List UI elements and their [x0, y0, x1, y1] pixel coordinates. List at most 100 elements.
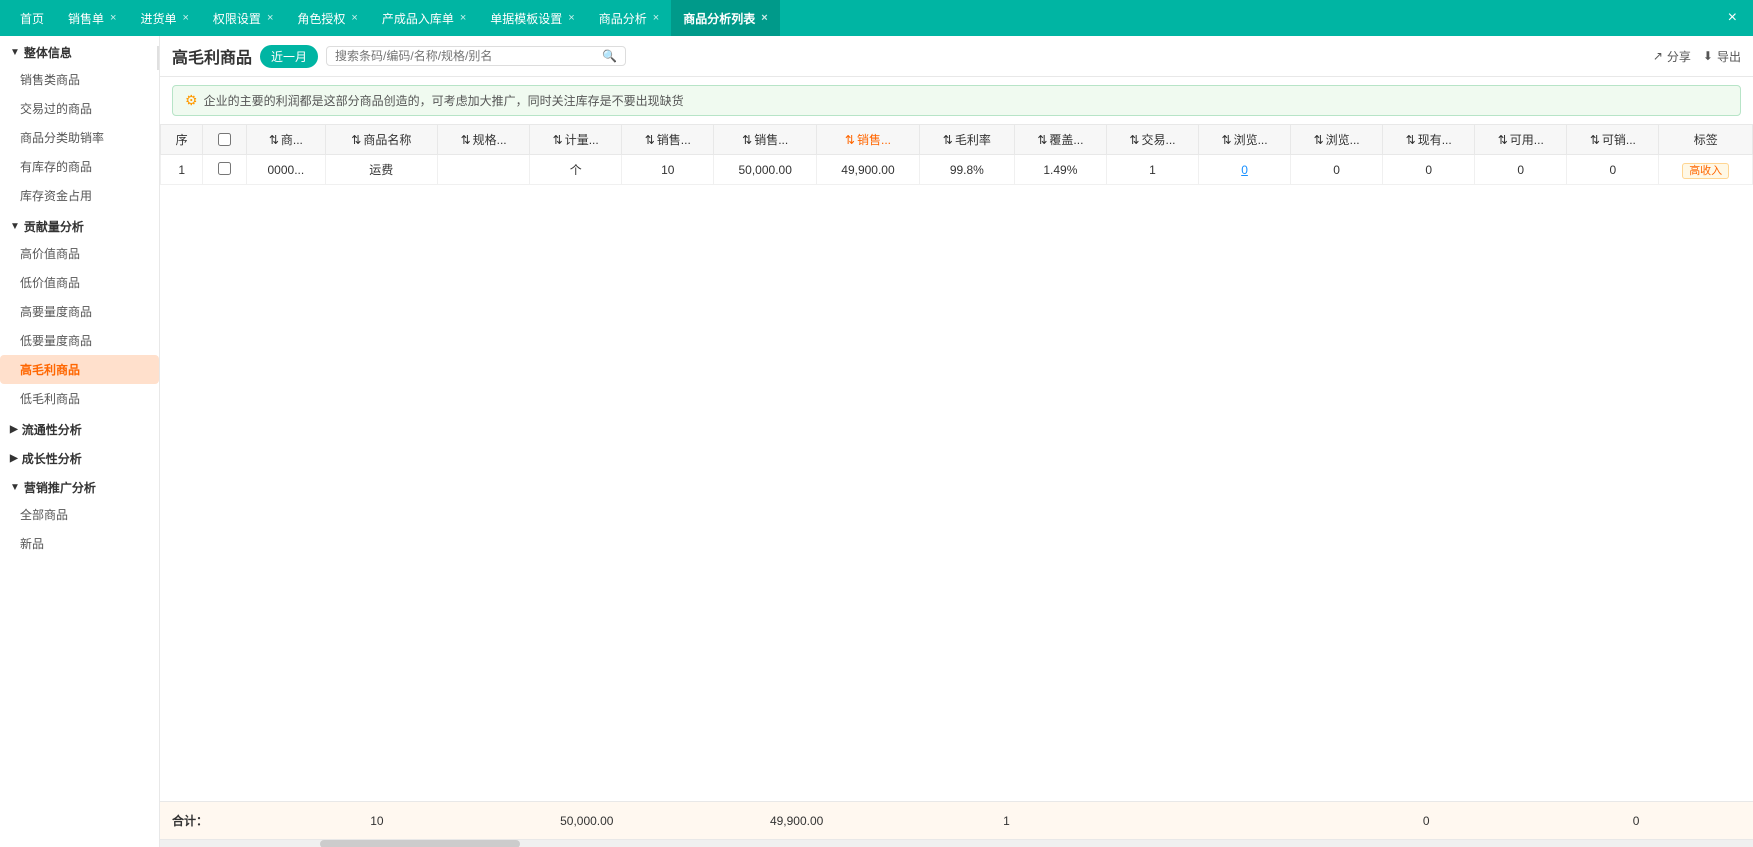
tip-bar: ⚙ 企业的主要的利润都是这部分商品创造的，可考虑加大推广，同时关注库存是不要出现… — [172, 85, 1741, 116]
col-tag: 标签 — [1659, 125, 1753, 155]
sidebar-item-high-value[interactable]: 高价值商品 — [0, 239, 159, 268]
sidebar-item-all-goods[interactable]: 全部商品 — [0, 500, 159, 529]
sort-icon: ⇅ — [1129, 133, 1139, 147]
col-checkbox[interactable] — [203, 125, 247, 155]
sidebar-item-stock-capital[interactable]: 库存资金占用 — [0, 181, 159, 210]
cell-browse2: 0 — [1291, 155, 1383, 185]
horizontal-scrollbar[interactable] — [160, 839, 1753, 847]
tab-template[interactable]: 单据模板设置 × — [478, 0, 586, 36]
sidebar-item-new-goods[interactable]: 新品 — [0, 529, 159, 558]
sidebar-item-low-value[interactable]: 低价值商品 — [0, 268, 159, 297]
export-button[interactable]: ⬇ 导出 — [1703, 48, 1741, 65]
footer-cell-sales1: 10 — [272, 814, 482, 828]
sidebar-item-low-margin[interactable]: 低毛利商品 — [0, 384, 159, 413]
close-icon[interactable]: × — [568, 12, 574, 24]
col-browse1[interactable]: ⇅浏览... — [1199, 125, 1291, 155]
window-close-button[interactable]: × — [1720, 9, 1745, 27]
tab-sales-order[interactable]: 销售单 × — [56, 0, 128, 36]
col-current[interactable]: ⇅现有... — [1383, 125, 1475, 155]
table-row: 1 0000... 运费 个 10 50,000.00 49,900.00 99… — [161, 155, 1753, 185]
sidebar-item-traded-goods[interactable]: 交易过的商品 — [0, 94, 159, 123]
search-box: 🔍 — [326, 46, 626, 66]
col-coverage[interactable]: ⇅覆盖... — [1014, 125, 1106, 155]
sort-icon: ⇅ — [351, 133, 361, 147]
row-checkbox[interactable] — [218, 162, 231, 175]
sort-icon: ⇅ — [742, 133, 752, 147]
sidebar-group-growth[interactable]: ▶ 成长性分析 — [0, 442, 159, 471]
col-transaction[interactable]: ⇅交易... — [1106, 125, 1198, 155]
sidebar-item-high-margin[interactable]: 高毛利商品 — [0, 355, 159, 384]
col-sellable[interactable]: ⇅可销... — [1567, 125, 1659, 155]
cell-checkbox[interactable] — [203, 155, 247, 185]
cell-spec — [438, 155, 530, 185]
content-header: 高毛利商品 近一月 🔍 ↗ 分享 ⬇ 导出 — [160, 36, 1753, 77]
col-sales2[interactable]: ⇅销售... — [714, 125, 817, 155]
close-icon[interactable]: × — [182, 12, 188, 24]
col-available[interactable]: ⇅可用... — [1475, 125, 1567, 155]
footer-cell-sales2: 50,000.00 — [482, 814, 692, 828]
col-spec[interactable]: ⇅规格... — [438, 125, 530, 155]
share-button[interactable]: ↗ 分享 — [1653, 48, 1691, 65]
tab-permission[interactable]: 权限设置 × — [201, 0, 285, 36]
search-icon[interactable]: 🔍 — [602, 49, 617, 63]
search-input[interactable] — [335, 49, 602, 63]
footer-label: 合计： — [172, 812, 272, 829]
tab-analysis-list[interactable]: 商品分析列表 × — [671, 0, 779, 36]
col-browse2[interactable]: ⇅浏览... — [1291, 125, 1383, 155]
close-icon[interactable]: × — [267, 12, 273, 24]
close-icon[interactable]: × — [460, 12, 466, 24]
col-name[interactable]: ⇅商品名称 — [325, 125, 438, 155]
sidebar-item-high-freq[interactable]: 高要量度商品 — [0, 297, 159, 326]
sidebar-item-low-freq[interactable]: 低要量度商品 — [0, 326, 159, 355]
filter-recent-month-button[interactable]: 近一月 — [260, 45, 318, 68]
chevron-down-icon: ▼ — [10, 482, 20, 493]
cell-sales2: 50,000.00 — [714, 155, 817, 185]
tip-icon: ⚙ — [185, 92, 198, 109]
main-layout: « ▼ 整体信息 销售类商品 交易过的商品 商品分类助销率 有库存的商品 库存资… — [0, 36, 1753, 847]
sort-icon: ⇅ — [1037, 133, 1047, 147]
cell-current: 0 — [1383, 155, 1475, 185]
sort-icon: ⇅ — [845, 133, 855, 147]
footer-cell-sales3: 49,900.00 — [692, 814, 902, 828]
header-actions: ↗ 分享 ⬇ 导出 — [1653, 48, 1741, 65]
sidebar-item-stock-goods[interactable]: 有库存的商品 — [0, 152, 159, 181]
sort-icon: ⇅ — [645, 133, 655, 147]
cell-unit: 个 — [530, 155, 622, 185]
close-icon[interactable]: × — [351, 12, 357, 24]
cell-code[interactable]: 0000... — [247, 155, 325, 185]
col-sales1[interactable]: ⇅销售... — [622, 125, 714, 155]
close-icon[interactable]: × — [110, 12, 116, 24]
sidebar-item-category-rate[interactable]: 商品分类助销率 — [0, 123, 159, 152]
col-sales3[interactable]: ⇅销售... — [817, 125, 920, 155]
chevron-right-icon: ▶ — [10, 424, 18, 435]
sidebar-group-overall[interactable]: ▼ 整体信息 — [0, 36, 159, 65]
data-table: 序 ⇅商... ⇅商品名称 ⇅规格... ⇅计量... ⇅销售... ⇅销售..… — [160, 124, 1753, 185]
sort-icon: ⇅ — [461, 133, 471, 147]
sidebar-collapse-button[interactable]: « — [157, 46, 160, 70]
tab-home[interactable]: 首页 — [8, 0, 56, 36]
tab-product-in[interactable]: 产成品入库单 × — [370, 0, 478, 36]
sort-icon: ⇅ — [1314, 133, 1324, 147]
sidebar-group-marketing[interactable]: ▼ 营销推广分析 — [0, 471, 159, 500]
col-unit[interactable]: ⇅计量... — [530, 125, 622, 155]
tab-analysis[interactable]: 商品分析 × — [587, 0, 671, 36]
col-code[interactable]: ⇅商... — [247, 125, 325, 155]
close-icon[interactable]: × — [761, 12, 767, 24]
footer-cell-transaction: 1 — [902, 814, 1112, 828]
close-icon[interactable]: × — [653, 12, 659, 24]
tab-role[interactable]: 角色授权 × — [285, 0, 369, 36]
cell-transaction: 1 — [1106, 155, 1198, 185]
scrollbar-thumb[interactable] — [320, 840, 520, 847]
col-gross-rate[interactable]: ⇅毛利率 — [919, 125, 1014, 155]
cell-browse1[interactable]: 0 — [1199, 155, 1291, 185]
tag-badge: 高收入 — [1682, 163, 1729, 179]
tab-purchase[interactable]: 进货单 × — [128, 0, 200, 36]
footer-cell-browse — [1111, 814, 1321, 828]
sidebar-group-liquidity[interactable]: ▶ 流通性分析 — [0, 413, 159, 442]
sidebar-item-sales-goods[interactable]: 销售类商品 — [0, 65, 159, 94]
sort-icon: ⇅ — [1498, 133, 1508, 147]
cell-tag: 高收入 — [1659, 155, 1753, 185]
cell-name: 运费 — [325, 155, 438, 185]
sidebar-group-contribution[interactable]: ▼ 贡献量分析 — [0, 210, 159, 239]
select-all-checkbox[interactable] — [218, 133, 231, 146]
